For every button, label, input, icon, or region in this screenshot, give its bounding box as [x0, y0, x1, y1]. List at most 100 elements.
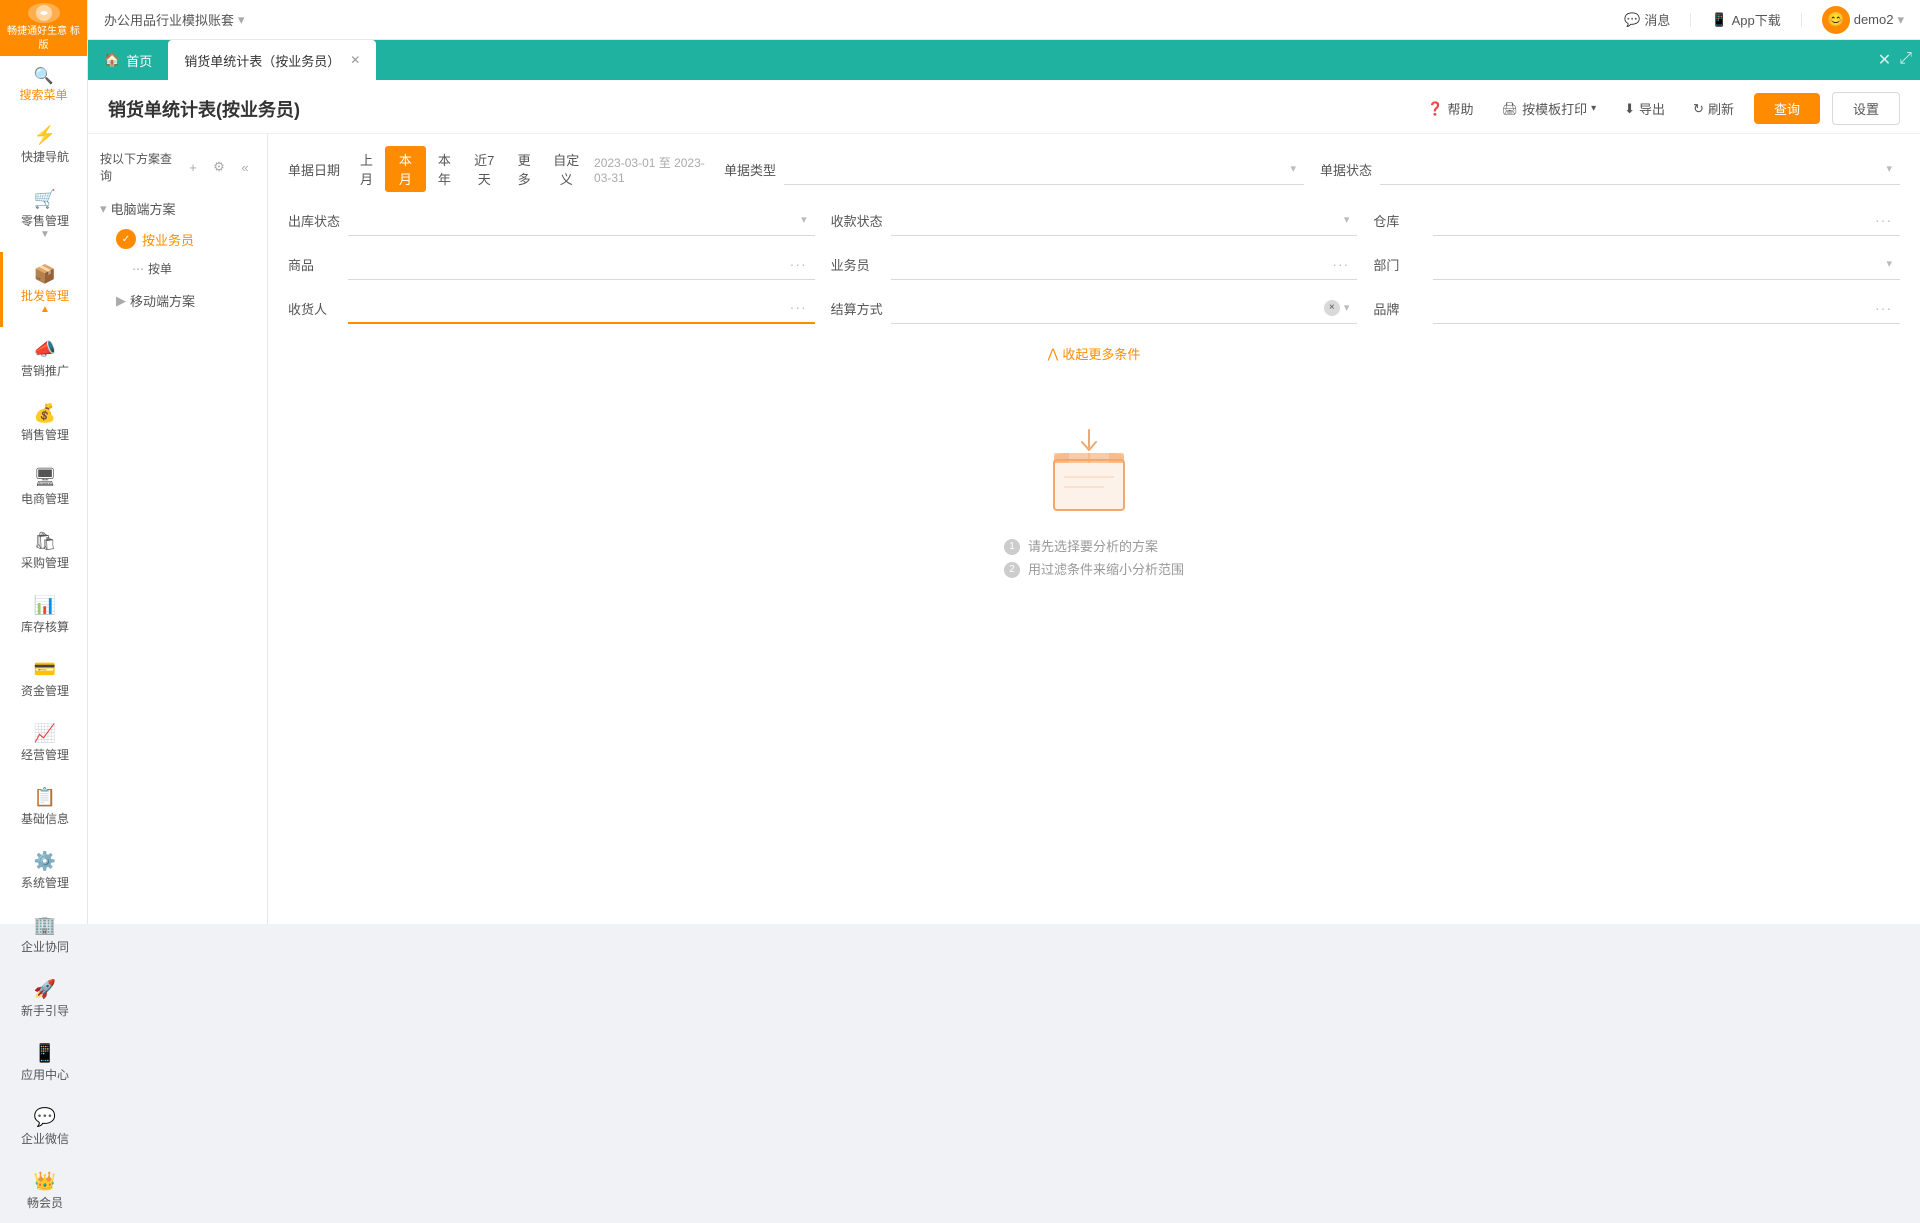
date-btn-this-year[interactable]: 本年 — [426, 146, 463, 192]
filter-doc-type-item: 单据类型 ▾ — [724, 153, 1304, 185]
date-btn-7days[interactable]: 近7天 — [463, 146, 506, 192]
empty-illustration — [1034, 415, 1154, 515]
pc-scheme-group-title[interactable]: ▾ 电脑端方案 — [88, 194, 267, 223]
sidebar-item-wholesale[interactable]: 📦 批发管理 ▲ — [0, 252, 87, 327]
warehouse-input[interactable]: ··· — [1433, 204, 1900, 236]
out-status-input[interactable]: ▾ — [348, 204, 815, 236]
query-btn[interactable]: 查询 — [1754, 93, 1820, 124]
filter-row-4: 收货人 ··· 结算方式 × ▾ — [288, 292, 1900, 324]
sidebar-item-member[interactable]: 👑 畅会员 — [0, 1159, 87, 1223]
sidebar-item-purchase[interactable]: 🛍 采购管理 — [0, 519, 87, 583]
empty-tip-2: 2 用过滤条件来缩小分析范围 — [1004, 558, 1184, 581]
user-profile[interactable]: 😊 demo2 ▾ — [1822, 6, 1904, 34]
sidebar-item-marketing[interactable]: 📣 营销推广 — [0, 327, 87, 391]
tab-close-icon[interactable]: ✕ — [350, 53, 360, 67]
filter-salesperson-item: 业务员 ··· — [831, 248, 1358, 280]
scheme-settings-btn[interactable]: ⚙ — [209, 157, 229, 177]
sub-scheme-icon: ⋯ — [132, 262, 144, 276]
help-btn[interactable]: ❓ 帮助 — [1419, 95, 1481, 122]
user-dropdown-icon: ▾ — [1897, 12, 1904, 28]
settings-btn[interactable]: 设置 — [1832, 92, 1900, 125]
export-icon: ⬇ — [1624, 101, 1635, 117]
filter-row-1: 单据日期 上月 本月 本年 近7天 更多 自定义 2023-03-01 至 20… — [288, 146, 1900, 192]
filter-out-status-item: 出库状态 ▾ — [288, 204, 815, 236]
date-filter: 上月 本月 本年 近7天 更多 自定义 2023-03-01 至 2023-03… — [348, 146, 708, 192]
department-label: 部门 — [1373, 255, 1433, 274]
date-label: 单据日期 — [288, 160, 348, 179]
tab-expand-area: ✕ ⤢ — [1878, 50, 1920, 70]
brand-label: 品牌 — [1373, 299, 1433, 318]
brand-input[interactable]: ··· — [1433, 292, 1900, 324]
refresh-icon: ↻ — [1693, 101, 1704, 117]
print-icon: 🖨 — [1502, 101, 1519, 117]
workspace-title: 办公用品行业模拟账套 — [104, 10, 234, 29]
department-input[interactable]: ▾ — [1433, 248, 1900, 280]
sidebar-item-finance[interactable]: 💳 资金管理 — [0, 647, 87, 711]
page-header: 销货单统计表(按业务员) ❓ 帮助 🖨 按模板打印 ▾ ⬇ 导出 ↻ 刷新 — [88, 80, 1920, 134]
warehouse-label: 仓库 — [1373, 211, 1433, 230]
messages-btn[interactable]: 💬 消息 — [1624, 10, 1670, 29]
sidebar-item-quick-nav[interactable]: ⚡ 快捷导航 — [0, 113, 87, 177]
date-range-text: 2023-03-01 至 2023-03-31 — [594, 154, 708, 185]
consignee-input[interactable]: ··· — [348, 292, 815, 324]
topbar: 办公用品行业模拟账套 ▾ 💬 消息 📱 App下载 😊 demo2 ▾ — [88, 0, 1920, 40]
date-btn-more[interactable]: 更多 — [506, 146, 543, 192]
tab-home[interactable]: 🏠 首页 — [88, 40, 168, 80]
tabbar: 🏠 首页 销货单统计表（按业务员） ✕ ✕ ⤢ — [88, 40, 1920, 80]
tab-close-window-icon[interactable]: ✕ — [1878, 50, 1891, 70]
logo-text: 畅捷通好生意 标版 — [6, 25, 81, 53]
scheme-collapse-btn[interactable]: « — [235, 157, 255, 177]
sidebar-item-wechat[interactable]: 💬 企业微信 — [0, 1095, 87, 1159]
doc-status-input[interactable]: ▾ — [1380, 153, 1900, 185]
salesperson-input[interactable]: ··· — [891, 248, 1358, 280]
content-area: 销货单统计表(按业务员) ❓ 帮助 🖨 按模板打印 ▾ ⬇ 导出 ↻ 刷新 — [88, 80, 1920, 924]
message-icon: 💬 — [1624, 12, 1640, 28]
download-icon: 📱 — [1711, 12, 1727, 28]
sidebar-item-newbie[interactable]: 🚀 新手引导 — [0, 967, 87, 1031]
filter-department-item: 部门 ▾ — [1373, 248, 1900, 280]
receipt-status-input[interactable]: ▾ — [891, 204, 1358, 236]
filter-row-3: 商品 ··· 业务员 ··· — [288, 248, 1900, 280]
scheme-item-by-salesperson[interactable]: ✓ 按业务员 — [88, 223, 267, 255]
refresh-btn[interactable]: ↻ 刷新 — [1685, 95, 1742, 122]
product-input[interactable]: ··· — [348, 248, 815, 280]
scheme-add-btn[interactable]: + — [183, 157, 203, 177]
doc-type-input[interactable]: ▾ — [784, 153, 1304, 185]
sidebar-item-sales[interactable]: 💰 销售管理 — [0, 391, 87, 455]
date-btn-custom[interactable]: 自定义 — [543, 146, 590, 192]
empty-tip-1: 1 请先选择要分析的方案 — [1004, 535, 1184, 558]
mobile-scheme-group[interactable]: ▶ 移动端方案 — [88, 286, 267, 315]
sidebar-item-inventory[interactable]: 📊 库存核算 — [0, 583, 87, 647]
search-menu[interactable]: 🔍 搜索菜单 — [15, 56, 71, 113]
out-status-label: 出库状态 — [288, 211, 348, 230]
app-download-btn[interactable]: 📱 App下载 — [1711, 10, 1780, 29]
department-arrow-icon: ▾ — [1886, 257, 1892, 270]
payment-input[interactable]: × ▾ — [891, 292, 1358, 324]
print-btn[interactable]: 🖨 按模板打印 ▾ — [1494, 95, 1605, 122]
tab-maximize-icon[interactable]: ⤢ — [1899, 50, 1912, 70]
workspace-selector[interactable]: 办公用品行业模拟账套 ▾ — [104, 10, 245, 29]
out-status-arrow-icon: ▾ — [801, 213, 807, 226]
sidebar-item-enterprise[interactable]: 🏢 企业协同 — [0, 903, 87, 967]
date-btn-last-month[interactable]: 上月 — [348, 146, 385, 192]
sidebar-item-retail[interactable]: 🛒 零售管理 ▼ — [0, 177, 87, 252]
filter-product-item: 商品 ··· — [288, 248, 815, 280]
sidebar-item-operation[interactable]: 📈 经营管理 — [0, 711, 87, 775]
receipt-status-arrow-icon: ▾ — [1344, 213, 1350, 226]
sidebar-item-ecommerce[interactable]: 🖥 电商管理 — [0, 455, 87, 519]
date-btn-this-month[interactable]: 本月 — [385, 146, 426, 192]
help-icon: ❓ — [1427, 101, 1443, 117]
scheme-active-icon: ✓ — [116, 229, 136, 249]
scheme-sub-item[interactable]: ⋯ 按单 — [88, 255, 267, 282]
tab-sales-stats[interactable]: 销货单统计表（按业务员） ✕ — [168, 40, 376, 80]
main-area: 办公用品行业模拟账套 ▾ 💬 消息 📱 App下载 😊 demo2 ▾ — [88, 0, 1920, 924]
collapse-btn[interactable]: ⋀ 收起更多条件 — [288, 336, 1900, 371]
sidebar-item-basic[interactable]: 📋 基础信息 — [0, 775, 87, 839]
brand-dots-icon: ··· — [1875, 300, 1892, 316]
export-btn[interactable]: ⬇ 导出 — [1616, 95, 1673, 122]
sidebar-item-apps[interactable]: 📱 应用中心 — [0, 1031, 87, 1095]
payment-clear-btn[interactable]: × — [1324, 300, 1340, 316]
sidebar-item-system[interactable]: ⚙️ 系统管理 — [0, 839, 87, 903]
collapse-arrow-icon: ⋀ — [1048, 346, 1059, 362]
salesperson-dots-icon: ··· — [1332, 256, 1349, 272]
